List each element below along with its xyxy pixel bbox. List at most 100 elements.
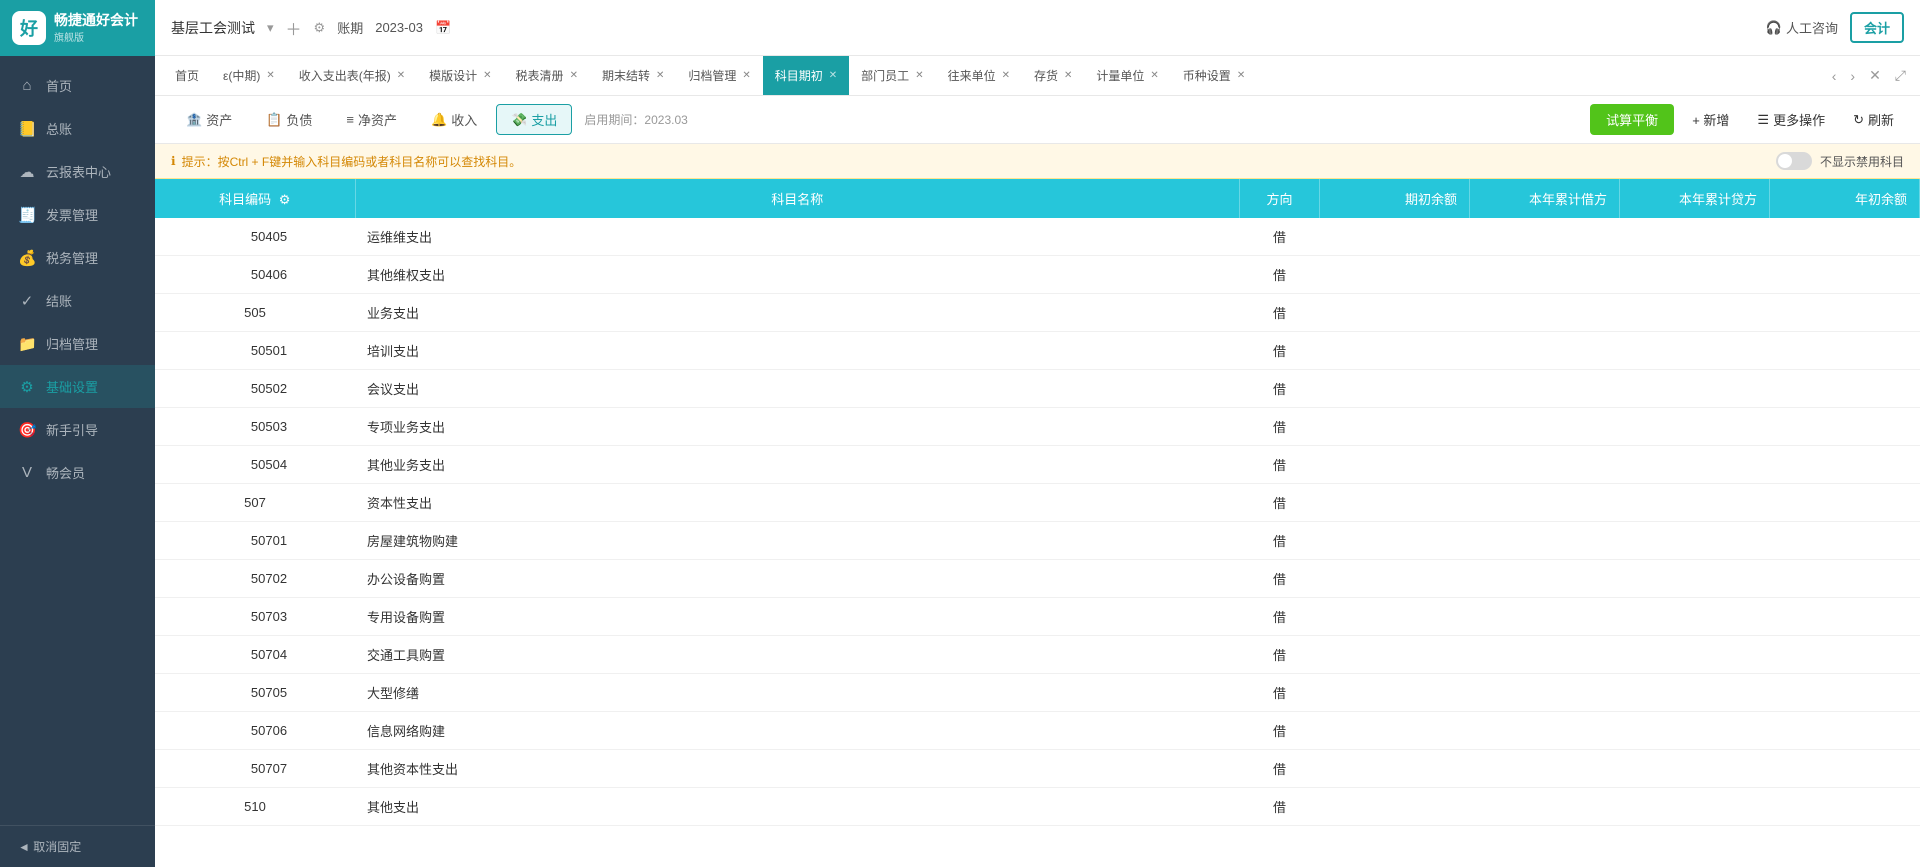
tab-label-1: ε(中期)	[223, 67, 260, 84]
consulting-button[interactable]: 🎧 人工咨询	[1766, 18, 1838, 37]
tab-close-7[interactable]: ✕	[829, 70, 837, 81]
tab-close-5[interactable]: ✕	[656, 70, 664, 81]
sidebar-footer[interactable]: ◄ 取消固定	[0, 825, 155, 867]
sub-tab-收入[interactable]: 🔔收入	[416, 104, 492, 135]
cell-ytd-debit-1	[1470, 256, 1620, 294]
sub-tab-负债[interactable]: 📋负债	[251, 104, 327, 135]
nav-icon-3: 🧾	[18, 206, 36, 224]
sidebar-item-首页[interactable]: ⌂首页	[0, 64, 155, 107]
cell-name-9: 办公设备购置	[355, 560, 1240, 598]
cell-code-5: 50503	[155, 408, 355, 446]
tab-close-12[interactable]: ✕	[1237, 70, 1245, 81]
tab-nav-left[interactable]: ‹	[1826, 68, 1843, 84]
col-header-code: 科目编码 ⚙	[155, 179, 355, 218]
table-row[interactable]: 507 资本性支出 借	[155, 484, 1920, 522]
tab-税表清册[interactable]: 税表清册 ✕	[504, 56, 590, 96]
calculate-button[interactable]: 试算平衡	[1590, 104, 1674, 135]
refresh-button[interactable]: ↻ 刷新	[1843, 104, 1904, 135]
tab-close-11[interactable]: ✕	[1150, 70, 1158, 81]
toggle-disabled[interactable]	[1776, 152, 1812, 170]
sidebar-item-新手引导[interactable]: 🎯新手引导	[0, 408, 155, 451]
tab-close-all[interactable]: ✕	[1863, 67, 1887, 84]
account-button[interactable]: 会计	[1850, 12, 1904, 43]
cell-code-2: 505	[155, 294, 355, 332]
table-row[interactable]: 50706 信息网络购建 借	[155, 712, 1920, 750]
nav-label-6: 归档管理	[46, 334, 98, 353]
tab-nav-right[interactable]: ›	[1844, 68, 1861, 84]
cell-ytd-debit-6	[1470, 446, 1620, 484]
cell-name-13: 信息网络购建	[355, 712, 1240, 750]
table-row[interactable]: 50701 房屋建筑物购建 借	[155, 522, 1920, 560]
tab-close-3[interactable]: ✕	[483, 70, 491, 81]
tab-科目期初[interactable]: 科目期初✕	[763, 56, 849, 96]
sub-tab-净资产[interactable]: ≡净资产	[331, 104, 412, 135]
table-row[interactable]: 50502 会议支出 借	[155, 370, 1920, 408]
tab-label-9: 往来单位	[948, 67, 996, 84]
more-button[interactable]: ☰ 更多操作	[1747, 104, 1835, 135]
cell-year-opening-4	[1770, 370, 1920, 408]
col-header-year-opening: 年初余额	[1770, 179, 1920, 218]
sidebar-item-发票管理[interactable]: 🧾发票管理	[0, 193, 155, 236]
table-row[interactable]: 50705 大型修缮 借	[155, 674, 1920, 712]
tab-存货[interactable]: 存货✕	[1022, 56, 1084, 96]
tab-计量单位[interactable]: 计量单位✕	[1084, 56, 1170, 96]
tab-close-2[interactable]: ✕	[397, 70, 405, 81]
table-row[interactable]: 50405 运维维支出 借	[155, 218, 1920, 256]
tab-close-8[interactable]: ✕	[915, 70, 923, 81]
tab-close-9[interactable]: ✕	[1002, 70, 1010, 81]
cell-name-0: 运维维支出	[355, 218, 1240, 256]
tab-ε(中期)[interactable]: ε(中期) ✕	[211, 56, 287, 96]
add-project-icon[interactable]: ＋	[286, 16, 302, 40]
sidebar-item-云报表中心[interactable]: ☁云报表中心	[0, 150, 155, 193]
nav-label-1: 总账	[46, 119, 72, 138]
sidebar-item-税务管理[interactable]: 💰税务管理	[0, 236, 155, 279]
sub-tab-icon-3: 🔔	[431, 112, 447, 128]
table-row[interactable]: 510 其他支出 借	[155, 788, 1920, 826]
tab-close-6[interactable]: ✕	[742, 70, 750, 81]
tab-归档管理[interactable]: 归档管理✕	[676, 56, 762, 96]
cell-year-opening-13	[1770, 712, 1920, 750]
col-settings-icon[interactable]: ⚙	[279, 192, 291, 207]
add-button[interactable]: + 新增	[1682, 104, 1739, 135]
cell-ytd-debit-9	[1470, 560, 1620, 598]
tab-label-12: 币种设置	[1183, 67, 1231, 84]
cell-code-3: 50501	[155, 332, 355, 370]
table-row[interactable]: 50703 专用设备购置 借	[155, 598, 1920, 636]
table-row[interactable]: 50406 其他维权支出 借	[155, 256, 1920, 294]
tab-label-8: 部门员工	[861, 67, 909, 84]
table-row[interactable]: 50704 交通工具购置 借	[155, 636, 1920, 674]
sidebar-item-归档管理[interactable]: 📁归档管理	[0, 322, 155, 365]
table-row[interactable]: 50501 培训支出 借	[155, 332, 1920, 370]
cell-ytd-debit-5	[1470, 408, 1620, 446]
table-row[interactable]: 505 业务支出 借	[155, 294, 1920, 332]
table-row[interactable]: 50707 其他资本性支出 借	[155, 750, 1920, 788]
tab-模版设计[interactable]: 模版设计✕	[417, 56, 503, 96]
accounts-table: 科目编码 ⚙ 科目名称 方向 期初余额 本年累计借方 本年累计贷方 年初余额 5…	[155, 179, 1920, 826]
tab-close-10[interactable]: ✕	[1064, 70, 1072, 81]
tab-close-4[interactable]: ✕	[570, 70, 578, 81]
settings-icon[interactable]: ⚙	[314, 20, 326, 36]
tab-币种设置[interactable]: 币种设置 ✕	[1171, 56, 1257, 96]
table-row[interactable]: 50504 其他业务支出 借	[155, 446, 1920, 484]
tab-往来单位[interactable]: 往来单位 ✕	[936, 56, 1022, 96]
sub-tab-资产[interactable]: 🏦资产	[171, 104, 247, 135]
sidebar-item-基础设置[interactable]: ⚙基础设置	[0, 365, 155, 408]
tab-close-1[interactable]: ✕	[266, 70, 274, 81]
tab-label-4: 税表清册	[516, 67, 564, 84]
table-row[interactable]: 50503 专项业务支出 借	[155, 408, 1920, 446]
cell-opening-1	[1320, 256, 1470, 294]
sidebar-item-总账[interactable]: 📒总账	[0, 107, 155, 150]
calendar-icon[interactable]: 📅	[435, 20, 451, 36]
sidebar-item-畅会员[interactable]: V畅会员	[0, 451, 155, 494]
tab-部门员工[interactable]: 部门员工 ✕	[849, 56, 935, 96]
tab-expand[interactable]: ⤢	[1889, 67, 1912, 84]
cell-opening-9	[1320, 560, 1470, 598]
table-row[interactable]: 50702 办公设备购置 借	[155, 560, 1920, 598]
tab-首页[interactable]: 首页	[163, 56, 211, 96]
tab-期末结转[interactable]: 期末结转✕	[590, 56, 676, 96]
sub-tab-支出[interactable]: 💸支出	[496, 104, 572, 135]
sub-tab-label-0: 资产	[206, 110, 232, 129]
sidebar-item-结账[interactable]: ✓结账	[0, 279, 155, 322]
tab-收入支出表(年报)[interactable]: 收入支出表(年报)✕	[287, 56, 417, 96]
dropdown-icon[interactable]: ▾	[267, 20, 274, 36]
